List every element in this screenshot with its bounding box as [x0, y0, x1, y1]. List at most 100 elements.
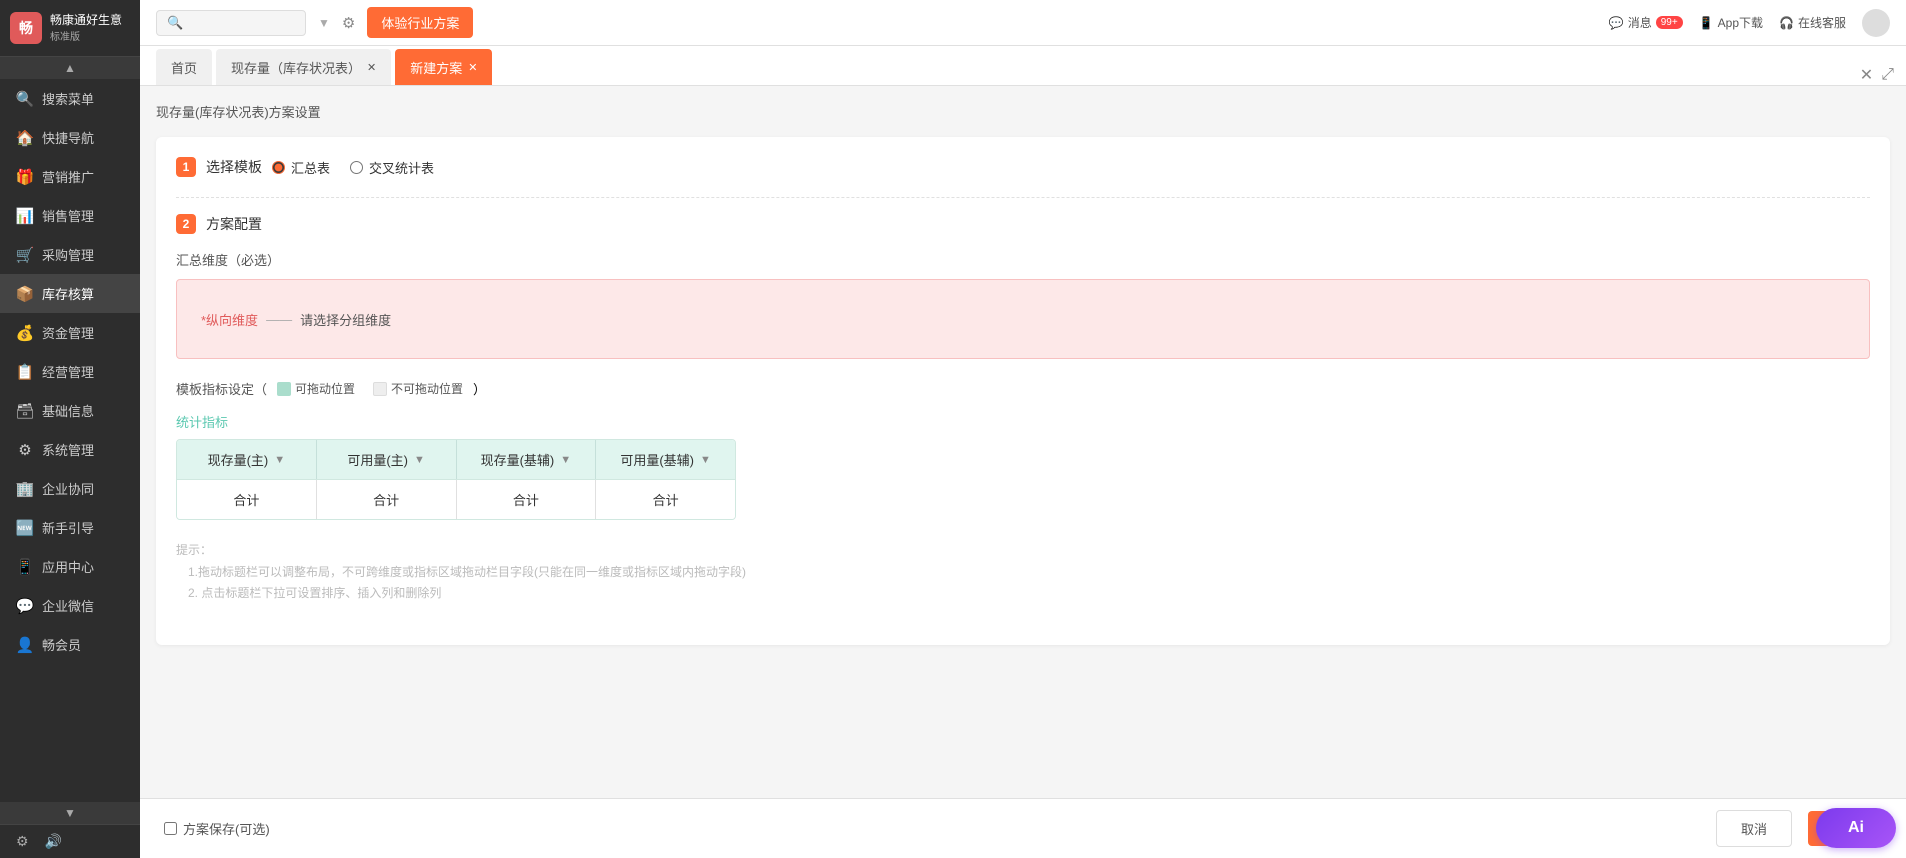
stat-body-col-3: 合计: [457, 480, 597, 519]
sidebar-item-finance[interactable]: 💰 资金管理: [0, 313, 140, 352]
user-avatar[interactable]: [1862, 9, 1890, 37]
sidebar-item-member[interactable]: 👤 畅会员: [0, 625, 140, 664]
save-plan-checkbox[interactable]: 方案保存(可选): [164, 819, 270, 838]
mobile-icon: 📱: [1699, 16, 1714, 30]
clipboard-icon: 📋: [16, 363, 34, 381]
save-plan-input[interactable]: [164, 822, 177, 835]
sidebar-item-label: 销售管理: [42, 206, 94, 225]
tab-inventory[interactable]: 现存量（库存状况表） ✕: [216, 49, 391, 85]
stat-col-1-header[interactable]: 现存量(主) ▼: [177, 440, 317, 479]
gift-icon: 🎁: [16, 168, 34, 186]
sidebar-item-management[interactable]: 📋 经营管理: [0, 352, 140, 391]
radio-summary-input[interactable]: [272, 161, 285, 174]
sidebar-item-purchase[interactable]: 🛒 采购管理: [0, 235, 140, 274]
sidebar-item-label: 系统管理: [42, 440, 94, 459]
sidebar-item-marketing[interactable]: 🎁 营销推广: [0, 157, 140, 196]
stat-body-col-1: 合计: [177, 480, 317, 519]
stat-table: 现存量(主) ▼ 可用量(主) ▼ 现存量(基辅) ▼ 可用量(基辅): [176, 439, 736, 520]
radio-crosstab[interactable]: 交叉统计表: [350, 158, 434, 177]
settings-card: 1 选择模板 汇总表 交叉统计表: [156, 137, 1890, 645]
home-icon: 🏠: [16, 129, 34, 147]
step2-title: 方案配置: [206, 214, 262, 234]
stat-col-2-header[interactable]: 可用量(主) ▼: [317, 440, 457, 479]
section-divider-1: [176, 197, 1870, 198]
sidebar-nav: 🔍 搜索菜单 🏠 快捷导航 🎁 营销推广 📊 销售管理 🛒 采购管理 📦 库存核…: [0, 79, 140, 802]
tips-section: 提示： 1.拖动标题栏可以调整布局，不可跨维度或指标区域拖动栏目字段(只能在同一…: [176, 540, 1870, 605]
tab-new-plan-label: 新建方案: [410, 58, 462, 77]
template-radio-group: 汇总表 交叉统计表: [272, 158, 434, 177]
vertical-dimension-box[interactable]: *纵向维度 —— 请选择分组维度: [176, 279, 1870, 359]
stat-table-header: 现存量(主) ▼ 可用量(主) ▼ 现存量(基辅) ▼ 可用量(基辅): [177, 440, 735, 479]
tab-home[interactable]: 首页: [156, 49, 212, 85]
sidebar-item-label: 库存核算: [42, 284, 94, 303]
topbar-search-input[interactable]: [189, 16, 279, 30]
save-plan-label: 方案保存(可选): [183, 819, 270, 838]
window-close-icon[interactable]: ✕: [1860, 65, 1873, 85]
stat-col-3-chevron[interactable]: ▼: [560, 454, 571, 466]
message-button[interactable]: 💬 消息 99+: [1609, 14, 1683, 31]
stat-section-title: 统计指标: [176, 412, 1870, 431]
dimension-label: 汇总维度（必选）: [176, 250, 1870, 269]
sidebar-item-label: 畅会员: [42, 635, 81, 654]
cart-icon: 🛒: [16, 246, 34, 264]
sidebar-item-search[interactable]: 🔍 搜索菜单: [0, 79, 140, 118]
ai-bubble[interactable]: Ai: [1816, 808, 1896, 848]
sidebar-item-wechat[interactable]: 💬 企业微信: [0, 586, 140, 625]
sidebar-item-system[interactable]: ⚙ 系统管理: [0, 430, 140, 469]
stat-col-4-label: 可用量(基辅): [620, 450, 694, 469]
sidebar-item-inventory[interactable]: 📦 库存核算: [0, 274, 140, 313]
message-icon: 💬: [1609, 16, 1624, 30]
topbar-gear-icon[interactable]: ⚙: [342, 14, 355, 32]
sidebar-item-quicknav[interactable]: 🏠 快捷导航: [0, 118, 140, 157]
topbar: 🔍 ▼ ⚙ 体验行业方案 💬 消息 99+ 📱 App下载 🎧 在线客服: [140, 0, 1906, 46]
online-support-button[interactable]: 🎧 在线客服: [1779, 14, 1846, 31]
window-expand-icon[interactable]: ⤢: [1881, 66, 1894, 84]
sidebar-scroll-up[interactable]: ▲: [0, 57, 140, 79]
sidebar-item-label: 基础信息: [42, 401, 94, 420]
sidebar-item-basic[interactable]: 🗃 基础信息: [0, 391, 140, 430]
tab-new-plan[interactable]: 新建方案 ✕: [395, 49, 492, 85]
sidebar-item-sales[interactable]: 📊 销售管理: [0, 196, 140, 235]
topbar-search-box[interactable]: 🔍: [156, 10, 306, 36]
stat-col-1-chevron[interactable]: ▼: [274, 454, 285, 466]
industry-plan-button[interactable]: 体验行业方案: [367, 7, 473, 38]
stat-col-4-chevron[interactable]: ▼: [700, 454, 711, 466]
stat-col-4-header[interactable]: 可用量(基辅) ▼: [596, 440, 735, 479]
dimension-dash: ——: [266, 312, 292, 327]
sidebar-item-label: 经营管理: [42, 362, 94, 381]
unmovable-label: 不可拖动位置: [391, 380, 463, 397]
database-icon: 🗃: [16, 402, 34, 420]
tabbar: 首页 现存量（库存状况表） ✕ 新建方案 ✕ ✕ ⤢: [140, 46, 1906, 86]
sidebar-logo: 畅 畅康通好生意 标准版: [0, 0, 140, 57]
radio-crosstab-label: 交叉统计表: [369, 158, 434, 177]
stat-body-col-2: 合计: [317, 480, 457, 519]
sidebar: 畅 畅康通好生意 标准版 ▲ 🔍 搜索菜单 🏠 快捷导航 🎁 营销推广 📊 销售…: [0, 0, 140, 858]
sidebar-item-appcenter[interactable]: 📱 应用中心: [0, 547, 140, 586]
cancel-button[interactable]: 取消: [1716, 810, 1792, 847]
unmovable-dot-icon: [373, 382, 387, 396]
mobile-icon: 📱: [16, 558, 34, 576]
step1-number: 1: [176, 157, 196, 177]
ai-label: Ai: [1848, 819, 1864, 837]
sidebar-scroll-down[interactable]: ▼: [0, 802, 140, 824]
search-icon: 🔍: [167, 15, 183, 31]
app-logo-icon: 畅: [10, 12, 42, 44]
sidebar-item-label: 新手引导: [42, 518, 94, 537]
bottom-bar: 方案保存(可选) 取消 查询: [140, 798, 1906, 858]
stat-col-3-label: 现存量(基辅): [481, 450, 555, 469]
tab-new-plan-close[interactable]: ✕: [468, 61, 477, 74]
app-download-button[interactable]: 📱 App下载: [1699, 14, 1763, 31]
stat-col-2-chevron[interactable]: ▼: [414, 454, 425, 466]
sidebar-item-newguide[interactable]: 🆕 新手引导: [0, 508, 140, 547]
search-icon: 🔍: [16, 90, 34, 108]
settings-icon[interactable]: ⚙: [16, 833, 29, 850]
topbar-dropdown-icon[interactable]: ▼: [318, 16, 330, 30]
volume-icon[interactable]: 🔊: [45, 833, 62, 850]
radio-crosstab-input[interactable]: [350, 161, 363, 174]
stat-col-3-header[interactable]: 现存量(基辅) ▼: [457, 440, 597, 479]
tab-inventory-close[interactable]: ✕: [367, 61, 376, 74]
radio-summary[interactable]: 汇总表: [272, 158, 330, 177]
sidebar-bottom: ⚙ 🔊: [0, 824, 140, 858]
tab-inventory-label: 现存量（库存状况表）: [231, 58, 361, 77]
sidebar-item-enterprise[interactable]: 🏢 企业协同: [0, 469, 140, 508]
